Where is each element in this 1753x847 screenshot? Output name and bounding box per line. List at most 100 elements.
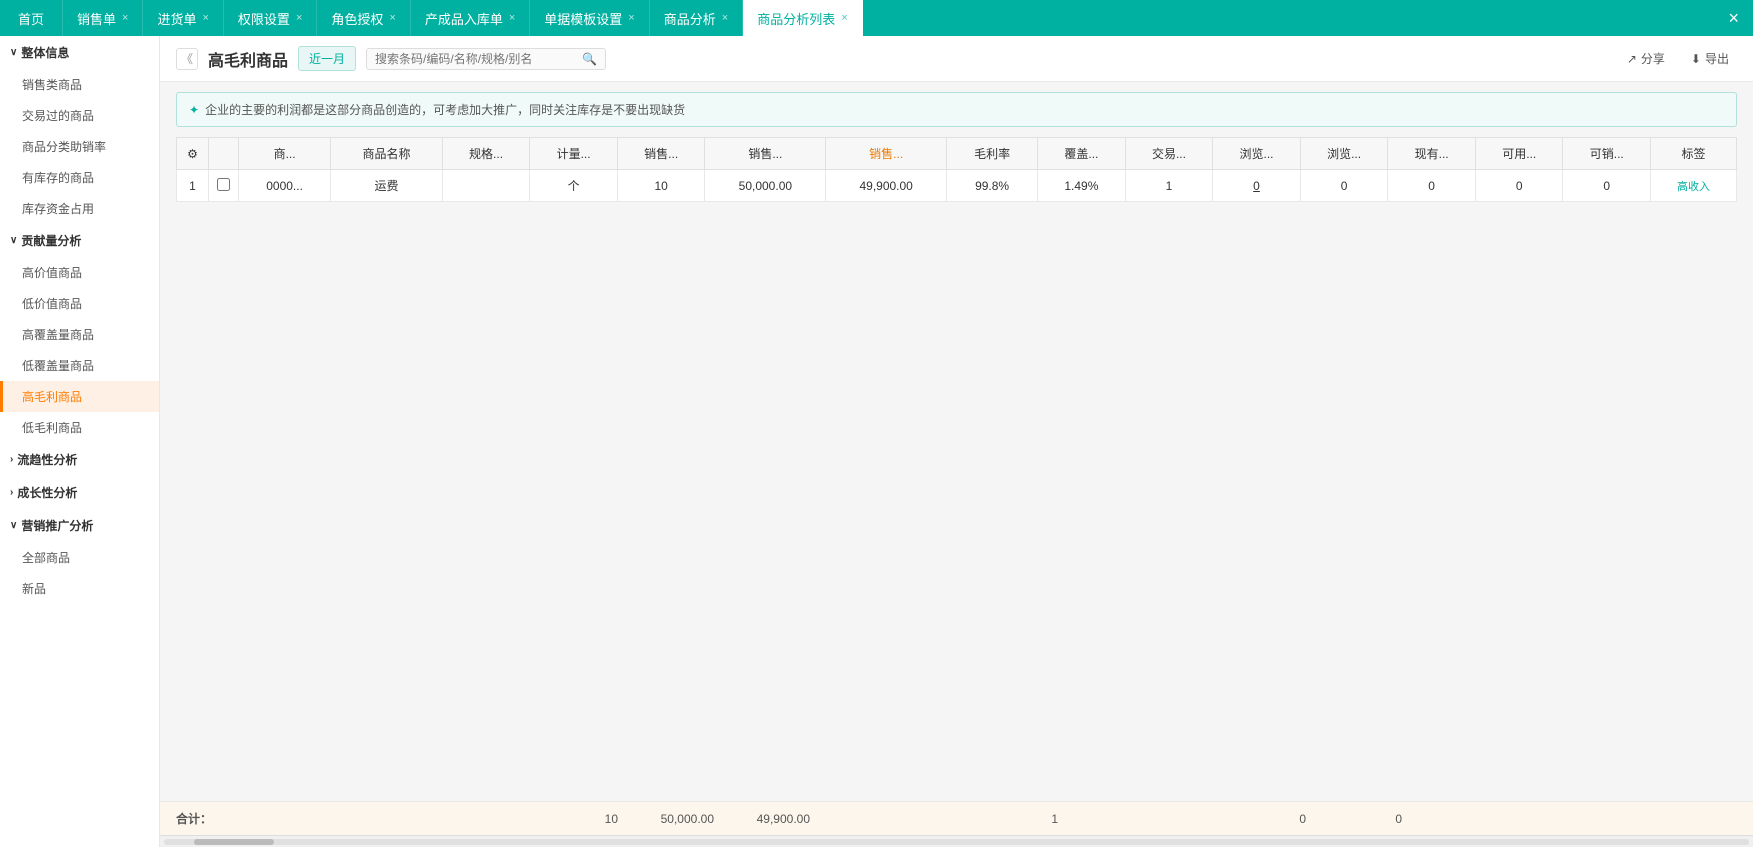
sidebar-group-contribution[interactable]: ∨ 贡献量分析 (0, 224, 159, 257)
col-sellable[interactable]: 可销... (1563, 138, 1651, 170)
horizontal-scrollbar[interactable] (160, 835, 1753, 847)
sidebar-item-high-value[interactable]: 高价值商品 (0, 257, 159, 288)
sidebar-item-high-coverage[interactable]: 高覆盖量商品 (0, 319, 159, 350)
col-name[interactable]: 商品名称 (331, 138, 443, 170)
chevron-down-icon: ∨ (10, 235, 17, 246)
row-checkbox[interactable] (217, 178, 230, 191)
nav-tab-permission[interactable]: 权限设置 × (224, 0, 317, 36)
main-layout: ∨ 整体信息 销售类商品 交易过的商品 商品分类助销率 有库存的商品 库存资金占… (0, 36, 1753, 847)
window-close-button[interactable]: × (1714, 8, 1753, 29)
nav-tab-role[interactable]: 角色授权 × (317, 0, 410, 36)
footer-sales-cost: 49,900.00 (730, 812, 810, 826)
close-icon[interactable]: × (122, 12, 128, 24)
nav-tab-purchase[interactable]: 进货单 × (143, 0, 223, 36)
nav-tab-sales[interactable]: 销售单 × (63, 0, 143, 36)
close-icon[interactable]: × (628, 12, 634, 24)
nav-tab-template[interactable]: 单据模板设置 × (530, 0, 649, 36)
footer-available: 0 (1322, 812, 1402, 826)
cell-browse1[interactable]: 0 (1213, 170, 1301, 202)
col-sales-qty[interactable]: 销售... (617, 138, 705, 170)
content-header: 《 高毛利商品 近一月 🔍 ↗ 分享 ⬇ 导出 (160, 36, 1753, 82)
scrollbar-thumb[interactable] (194, 839, 274, 845)
col-sales-amount[interactable]: 销售... (705, 138, 826, 170)
sidebar-item-all-goods[interactable]: 全部商品 (0, 542, 159, 573)
share-button[interactable]: ↗ 分享 (1619, 46, 1673, 71)
sidebar-group-growth[interactable]: › 成长性分析 (0, 476, 159, 509)
sidebar-item-traded-goods[interactable]: 交易过的商品 (0, 100, 159, 131)
col-tag[interactable]: 标签 (1651, 138, 1737, 170)
cell-current-stock: 0 (1388, 170, 1476, 202)
footer-summary: 合计： 10 50,000.00 49,900.00 1 0 0 (160, 801, 1753, 835)
footer-sales-amount: 50,000.00 (634, 812, 714, 826)
cell-name: 运费 (331, 170, 443, 202)
search-box: 🔍 (366, 48, 606, 70)
sidebar: ∨ 整体信息 销售类商品 交易过的商品 商品分类助销率 有库存的商品 库存资金占… (0, 36, 160, 847)
sidebar-item-stock-capital[interactable]: 库存资金占用 (0, 193, 159, 224)
footer-label: 合计： (176, 810, 212, 827)
col-browse1[interactable]: 浏览... (1213, 138, 1301, 170)
sidebar-group-overall[interactable]: ∨ 整体信息 (0, 36, 159, 69)
close-icon[interactable]: × (202, 12, 208, 24)
col-unit[interactable]: 计量... (530, 138, 618, 170)
share-icon: ↗ (1627, 52, 1637, 66)
collapse-sidebar-button[interactable]: 《 (176, 48, 198, 70)
col-trans[interactable]: 交易... (1125, 138, 1213, 170)
sidebar-item-new-goods[interactable]: 新品 (0, 573, 159, 604)
close-icon[interactable]: × (509, 12, 515, 24)
sidebar-item-in-stock[interactable]: 有库存的商品 (0, 162, 159, 193)
sidebar-item-low-value[interactable]: 低价值商品 (0, 288, 159, 319)
cell-unit: 个 (530, 170, 618, 202)
cell-available: 0 (1475, 170, 1563, 202)
col-available[interactable]: 可用... (1475, 138, 1563, 170)
table-row: 1 0000... 运费 个 10 50,000.00 49,900.00 99… (177, 170, 1737, 202)
table-header-row: ⚙ 商... 商品名称 规格... 计量... 销售... 销售... 销售..… (177, 138, 1737, 170)
info-icon: ✦ (189, 103, 199, 117)
cell-spec (442, 170, 530, 202)
cell-sales-amount: 50,000.00 (705, 170, 826, 202)
search-icon[interactable]: 🔍 (582, 52, 597, 66)
chevron-right-icon: › (10, 487, 13, 498)
sidebar-item-high-margin[interactable]: 高毛利商品 (0, 381, 159, 412)
col-code[interactable]: 商... (239, 138, 331, 170)
sidebar-item-low-coverage[interactable]: 低覆盖量商品 (0, 350, 159, 381)
footer-trans: 1 (978, 812, 1058, 826)
col-current-stock[interactable]: 现有... (1388, 138, 1476, 170)
close-icon[interactable]: × (296, 12, 302, 24)
chevron-down-icon: ∨ (10, 47, 17, 58)
filter-period-button[interactable]: 近一月 (298, 46, 356, 71)
close-icon[interactable]: × (722, 12, 728, 24)
cell-index: 1 (177, 170, 209, 202)
close-icon[interactable]: × (841, 12, 847, 24)
cell-gross-margin: 99.8% (947, 170, 1038, 202)
sidebar-item-sales-goods[interactable]: 销售类商品 (0, 69, 159, 100)
footer-current-stock: 0 (1226, 812, 1306, 826)
sidebar-group-marketing[interactable]: ∨ 营销推广分析 (0, 509, 159, 542)
table-wrapper: ⚙ 商... 商品名称 规格... 计量... 销售... 销售... 销售..… (176, 137, 1737, 801)
nav-tab-inbound[interactable]: 产成品入库单 × (411, 0, 530, 36)
col-check (209, 138, 239, 170)
footer-sales-qty: 10 (538, 812, 618, 826)
cell-code: 0000... (239, 170, 331, 202)
col-browse2[interactable]: 浏览... (1300, 138, 1388, 170)
chevron-right-icon: › (10, 454, 13, 465)
top-navigation: 首页 销售单 × 进货单 × 权限设置 × 角色授权 × 产成品入库单 × 单据… (0, 0, 1753, 36)
col-gross-margin[interactable]: 毛利率 (947, 138, 1038, 170)
cell-sales-cost: 49,900.00 (826, 170, 947, 202)
sidebar-item-category-assist[interactable]: 商品分类助销率 (0, 131, 159, 162)
col-coverage[interactable]: 覆盖... (1038, 138, 1126, 170)
export-button[interactable]: ⬇ 导出 (1683, 46, 1737, 71)
scrollbar-track (164, 839, 1749, 845)
nav-tab-home[interactable]: 首页 (0, 0, 63, 36)
nav-tab-analysis-list[interactable]: 商品分析列表 × (743, 0, 862, 36)
sidebar-group-trend[interactable]: › 流趋性分析 (0, 443, 159, 476)
col-settings[interactable]: ⚙ (177, 138, 209, 170)
cell-sellable: 0 (1563, 170, 1651, 202)
search-input[interactable] (375, 52, 582, 66)
cell-check[interactable] (209, 170, 239, 202)
close-icon[interactable]: × (389, 12, 395, 24)
col-sales-cost[interactable]: 销售... (826, 138, 947, 170)
nav-tab-analysis[interactable]: 商品分析 × (650, 0, 743, 36)
cell-tag: 高收入 (1651, 170, 1737, 202)
sidebar-item-low-margin[interactable]: 低毛利商品 (0, 412, 159, 443)
col-spec[interactable]: 规格... (442, 138, 530, 170)
